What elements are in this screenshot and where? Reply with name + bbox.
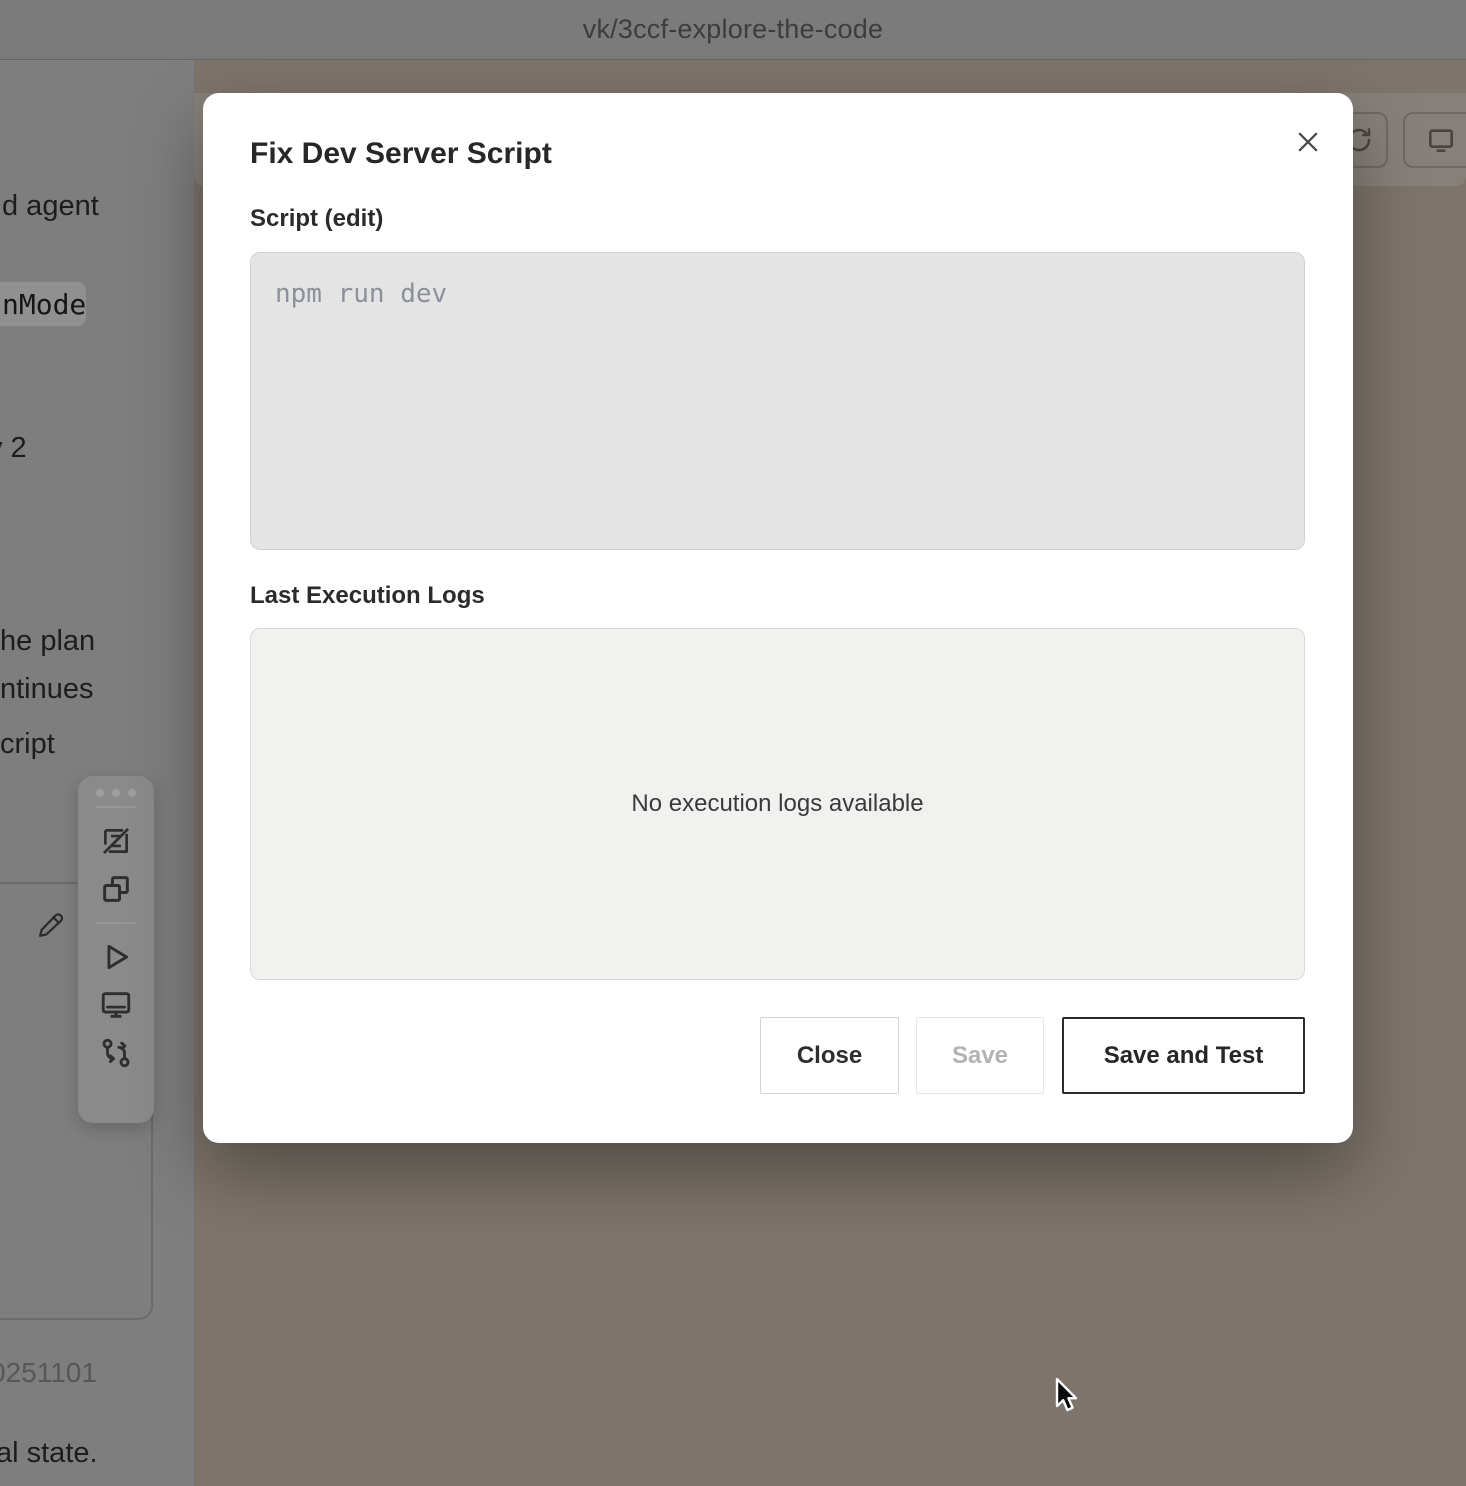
floating-toolbar	[78, 776, 154, 1123]
git-compare-icon[interactable]	[96, 1033, 136, 1073]
close-button[interactable]: Close	[760, 1017, 899, 1094]
toolbar-divider	[96, 922, 136, 924]
app-screen: vk/3ccf-explore-the-code d agent nMode y…	[0, 0, 1466, 1486]
chat-text-fragment: y 2	[0, 432, 27, 464]
drag-handle-dots-icon[interactable]	[96, 789, 136, 797]
logs-label: Last Execution Logs	[250, 582, 485, 609]
chat-text-fragment: al state.	[0, 1437, 98, 1469]
save-and-test-button[interactable]: Save and Test	[1062, 1017, 1305, 1094]
window-title: vk/3ccf-explore-the-code	[582, 14, 884, 44]
chat-text-fragment: he plan	[0, 625, 96, 657]
execution-logs-box: No execution logs available	[250, 628, 1305, 980]
window-titlebar: vk/3ccf-explore-the-code	[0, 0, 1466, 60]
mode-code-badge: nMode	[0, 282, 86, 326]
preview-monitor-button[interactable]	[1403, 112, 1466, 168]
copy-icon[interactable]	[96, 869, 136, 909]
chat-text-fragment: ntinues	[0, 673, 94, 705]
chat-timestamp-fragment: 0251101	[0, 1357, 97, 1388]
play-icon[interactable]	[96, 937, 136, 977]
fix-dev-server-dialog: Fix Dev Server Script Script (edit) Last…	[203, 93, 1353, 1143]
zed-logo-icon[interactable]	[96, 821, 136, 861]
toolbar-divider	[96, 806, 136, 808]
close-icon[interactable]	[1291, 125, 1325, 159]
chat-sidebar: d agent nMode y 2 he plan ntinues cript	[0, 60, 194, 1486]
mode-badge-label: nMode	[2, 287, 87, 321]
save-button[interactable]: Save	[916, 1017, 1044, 1094]
script-input[interactable]	[250, 252, 1305, 550]
logs-empty-message: No execution logs available	[631, 790, 924, 817]
mouse-cursor	[1048, 1374, 1082, 1425]
pencil-icon[interactable]	[36, 908, 68, 940]
chat-text-fragment: d agent	[2, 190, 99, 222]
monitor-icon[interactable]	[96, 985, 136, 1025]
script-label: Script (edit)	[250, 205, 384, 232]
chat-text-fragment: cript	[0, 728, 55, 760]
dialog-title: Fix Dev Server Script	[250, 137, 552, 170]
